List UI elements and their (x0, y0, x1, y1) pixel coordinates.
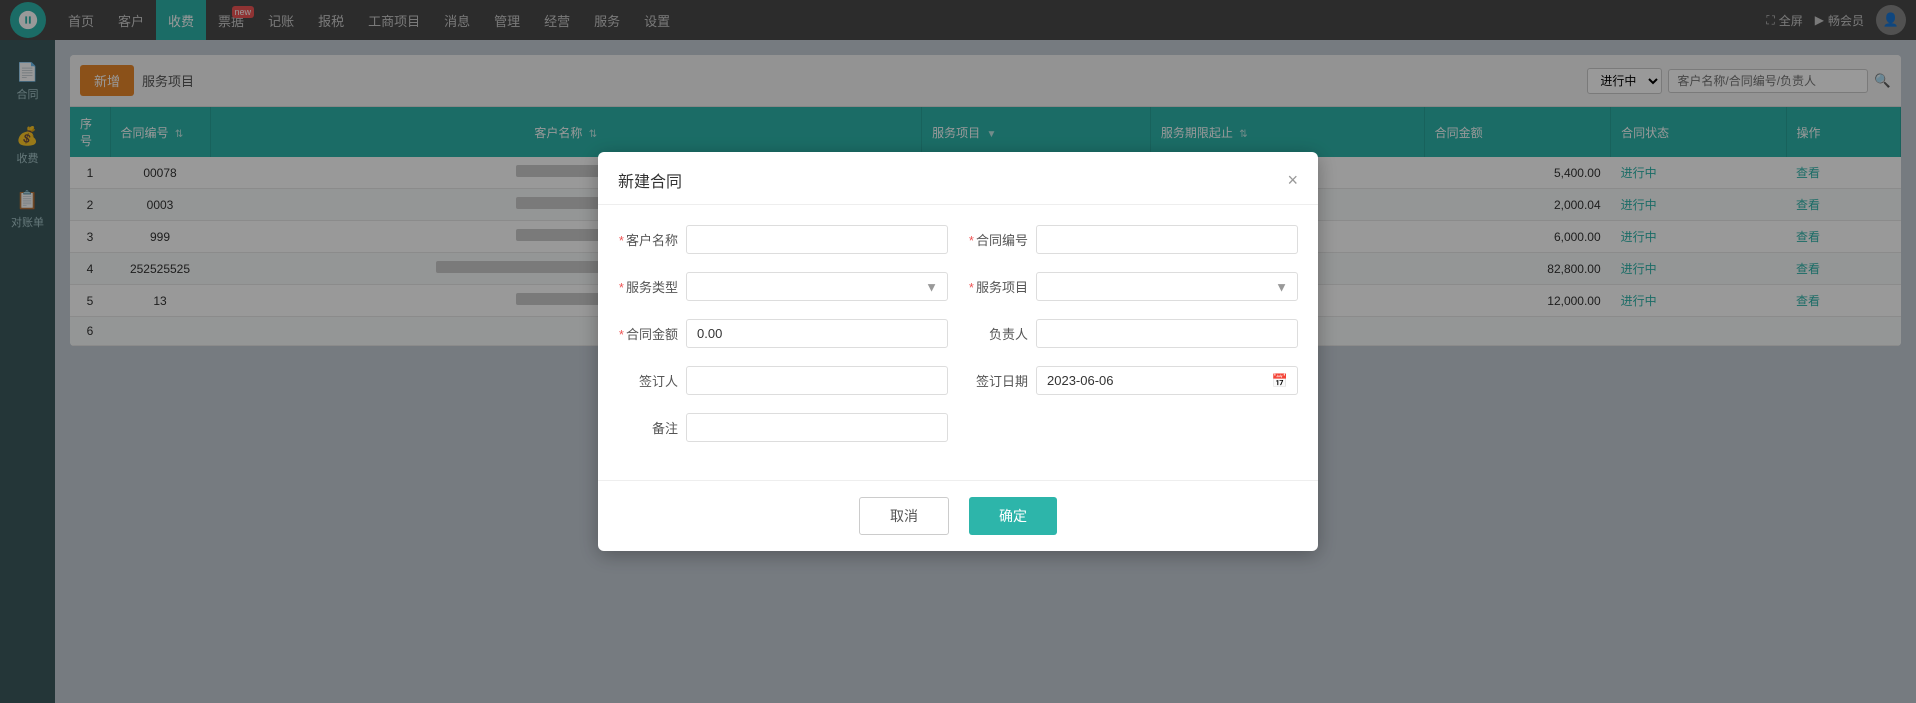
calendar-icon[interactable]: 📅 (1272, 373, 1288, 389)
note-input[interactable] (686, 413, 948, 442)
modal-header: 新建合同 × (598, 152, 1318, 205)
service-type-select[interactable] (686, 272, 948, 301)
form-row-2: *服务类型 ▼ *服务项目 (618, 272, 1298, 301)
client-name-input[interactable] (686, 225, 948, 254)
new-contract-modal: 新建合同 × *客户名称 *合同编号 (598, 152, 1318, 551)
modal-body: *客户名称 *合同编号 *服务类型 (598, 205, 1318, 480)
service-item-label: *服务项目 (968, 277, 1028, 296)
cancel-button[interactable]: 取消 (859, 497, 949, 535)
form-group-client-name: *客户名称 (618, 225, 948, 254)
form-row-3: *合同金额 负责人 (618, 319, 1298, 348)
empty-space (968, 413, 1298, 442)
signer-input[interactable] (686, 366, 948, 395)
service-type-select-wrap: ▼ (686, 272, 948, 301)
responsible-input[interactable] (1036, 319, 1298, 348)
sign-date-input[interactable] (1036, 366, 1298, 395)
service-type-label: *服务类型 (618, 277, 678, 296)
form-row-1: *客户名称 *合同编号 (618, 225, 1298, 254)
form-group-service-type: *服务类型 ▼ (618, 272, 948, 301)
form-group-signer: 签订人 (618, 366, 948, 395)
confirm-button[interactable]: 确定 (969, 497, 1057, 535)
responsible-label: 负责人 (968, 324, 1028, 343)
modal-close-button[interactable]: × (1287, 170, 1298, 191)
form-row-5: 备注 (618, 413, 1298, 442)
amount-input[interactable] (686, 319, 948, 348)
modal-overlay: 新建合同 × *客户名称 *合同编号 (0, 0, 1916, 703)
form-group-amount: *合同金额 (618, 319, 948, 348)
signer-label: 签订人 (618, 371, 678, 390)
contract-no-input[interactable] (1036, 225, 1298, 254)
form-row-4: 签订人 签订日期 📅 (618, 366, 1298, 395)
modal-title: 新建合同 (618, 168, 682, 192)
note-label: 备注 (618, 418, 678, 437)
form-group-service-item: *服务项目 ▼ (968, 272, 1298, 301)
modal-footer: 取消 确定 (598, 480, 1318, 551)
service-item-select-wrap: ▼ (1036, 272, 1298, 301)
form-group-sign-date: 签订日期 📅 (968, 366, 1298, 395)
client-name-label: *客户名称 (618, 230, 678, 249)
form-group-note: 备注 (618, 413, 948, 442)
sign-date-label: 签订日期 (968, 371, 1028, 390)
amount-label: *合同金额 (618, 324, 678, 343)
contract-no-label: *合同编号 (968, 230, 1028, 249)
form-group-contract-no: *合同编号 (968, 225, 1298, 254)
service-item-select[interactable] (1036, 272, 1298, 301)
sign-date-wrap: 📅 (1036, 366, 1298, 395)
form-group-responsible: 负责人 (968, 319, 1298, 348)
